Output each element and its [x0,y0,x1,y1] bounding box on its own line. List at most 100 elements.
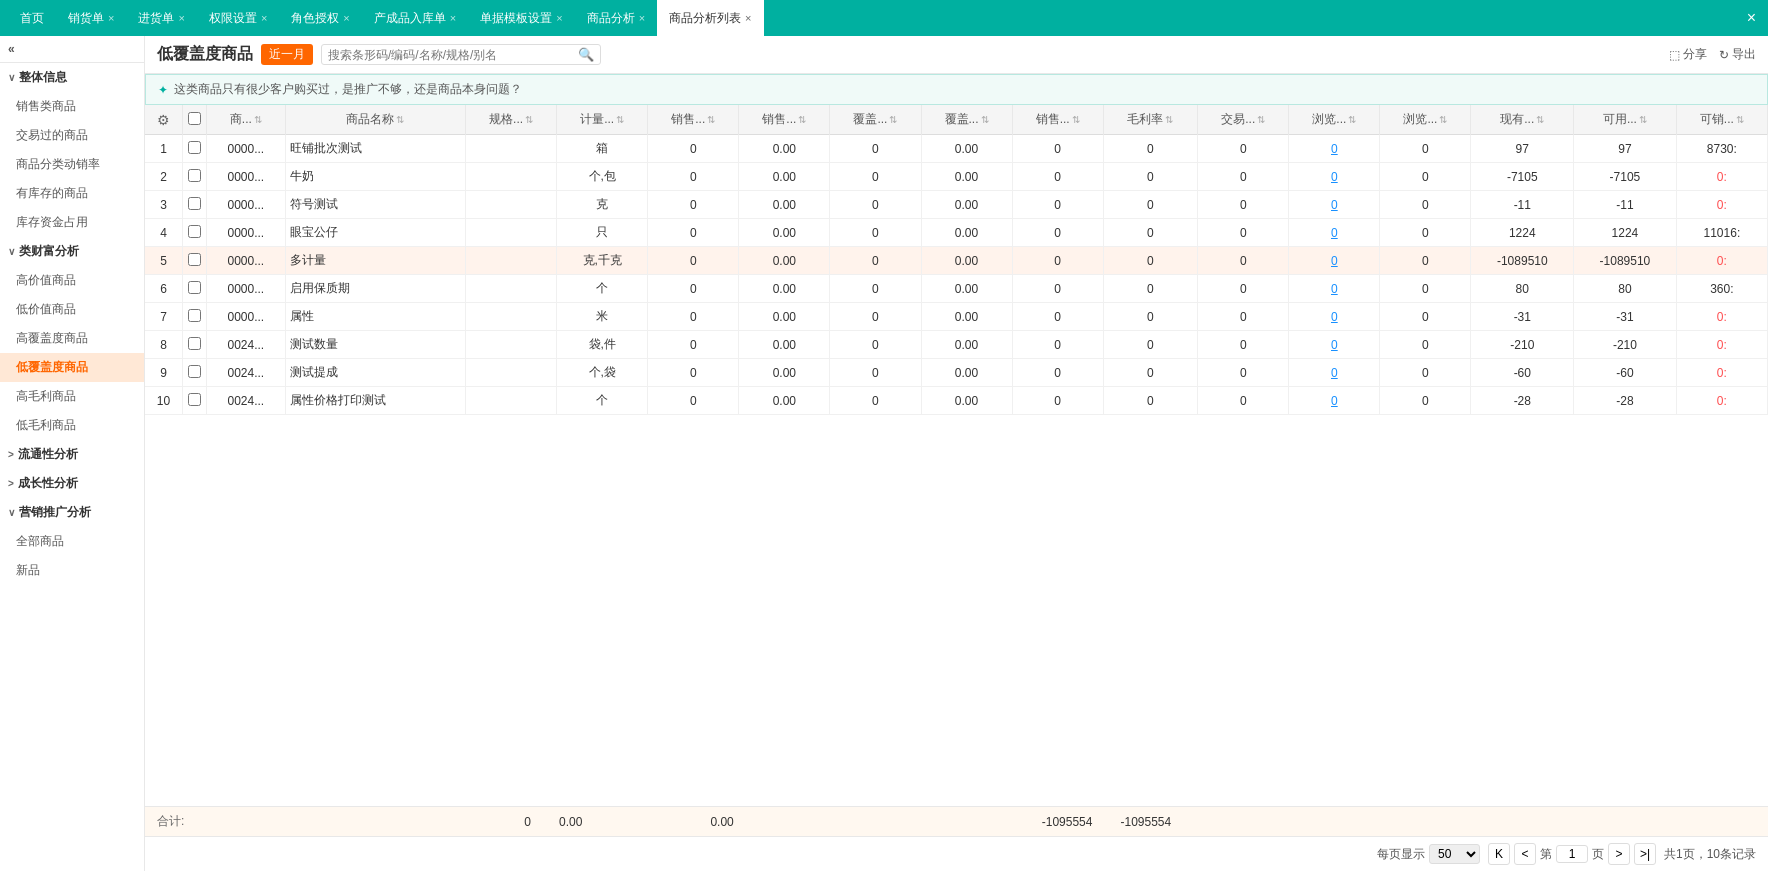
sidebar-item-traded-goods[interactable]: 交易过的商品 [0,121,144,150]
nav-product-analysis[interactable]: 商品分析 × [575,0,657,36]
close-all-button[interactable]: × [1747,9,1756,27]
row-checkbox[interactable] [188,309,201,322]
sort-icon[interactable]: ⇅ [254,114,262,125]
export-button[interactable]: ↻ 导出 [1719,46,1756,63]
row-checkbox-cell[interactable] [183,219,207,247]
browse-link[interactable]: 0 [1289,247,1380,275]
nav-product-analysis-list[interactable]: 商品分析列表 × [657,0,763,36]
gear-icon[interactable]: ⚙ [157,112,170,128]
next-page-button[interactable]: > [1608,843,1630,865]
sort-icon[interactable]: ⇅ [981,114,989,125]
sort-icon[interactable]: ⇅ [1257,114,1265,125]
per-page-select[interactable]: 20 50 100 200 [1429,844,1480,864]
sidebar-item-all-goods[interactable]: 全部商品 [0,527,144,556]
row-checkbox[interactable] [188,365,201,378]
row-checkbox-cell[interactable] [183,387,207,415]
sidebar-section-overview[interactable]: ∨ 整体信息 [0,63,144,92]
sort-icon[interactable]: ⇅ [396,114,404,125]
select-all-checkbox[interactable] [188,112,201,125]
sidebar-item-stocked-goods[interactable]: 有库存的商品 [0,179,144,208]
prev-page-button[interactable]: < [1514,843,1536,865]
row-checkbox-cell[interactable] [183,359,207,387]
row-checkbox-cell[interactable] [183,135,207,163]
close-icon[interactable]: × [745,12,751,24]
nav-sales-order[interactable]: 销货单 × [56,0,126,36]
sort-icon[interactable]: ⇅ [1536,114,1544,125]
row-checkbox[interactable] [188,281,201,294]
sidebar-section-wealth[interactable]: ∨ 类财富分析 [0,237,144,266]
row-checkbox-cell[interactable] [183,303,207,331]
nav-finished-goods[interactable]: 产成品入库单 × [362,0,468,36]
row-checkbox-cell[interactable] [183,247,207,275]
share-button[interactable]: ⬚ 分享 [1669,46,1707,63]
nav-role-auth[interactable]: 角色授权 × [279,0,361,36]
close-icon[interactable]: × [261,12,267,24]
sort-icon[interactable]: ⇅ [1639,114,1647,125]
search-input[interactable] [328,48,578,62]
sort-icon[interactable]: ⇅ [1736,114,1744,125]
page-number-input[interactable] [1556,845,1588,863]
sort-icon[interactable]: ⇅ [1348,114,1356,125]
row-checkbox-cell[interactable] [183,191,207,219]
row-checkbox[interactable] [188,225,201,238]
browse-link[interactable]: 0 [1289,331,1380,359]
row-checkbox-cell[interactable] [183,331,207,359]
row-checkbox[interactable] [188,141,201,154]
close-icon[interactable]: × [556,12,562,24]
chevron-right-icon: > [8,478,14,489]
nav-permissions[interactable]: 权限设置 × [197,0,279,36]
sidebar-item-low-gross[interactable]: 低毛利商品 [0,411,144,440]
close-icon[interactable]: × [639,12,645,24]
close-icon[interactable]: × [343,12,349,24]
close-icon[interactable]: × [178,12,184,24]
sort-icon[interactable]: ⇅ [889,114,897,125]
sort-icon[interactable]: ⇅ [1072,114,1080,125]
browse-link[interactable]: 0 [1289,163,1380,191]
browse-link[interactable]: 0 [1289,359,1380,387]
sidebar-toggle[interactable]: « [8,42,15,56]
row-checkbox-cell[interactable] [183,163,207,191]
sort-icon[interactable]: ⇅ [525,114,533,125]
sidebar-item-category-rate[interactable]: 商品分类动销率 [0,150,144,179]
browse-link[interactable]: 0 [1289,387,1380,415]
row-checkbox[interactable] [188,337,201,350]
sidebar-item-high-coverage[interactable]: 高覆盖度商品 [0,324,144,353]
sidebar-section-liquidity[interactable]: > 流通性分析 [0,440,144,469]
col-select-all[interactable] [183,105,207,135]
sort-icon[interactable]: ⇅ [1165,114,1173,125]
sidebar-item-low-coverage[interactable]: 低覆盖度商品 [0,353,144,382]
sidebar-item-sales-goods[interactable]: 销售类商品 [0,92,144,121]
row-stock1: 97 [1471,135,1574,163]
col-gear[interactable]: ⚙ [145,105,183,135]
nav-template-settings[interactable]: 单据模板设置 × [468,0,574,36]
browse-link[interactable]: 0 [1289,275,1380,303]
browse-link[interactable]: 0 [1289,135,1380,163]
nav-home[interactable]: 首页 [8,0,56,36]
sort-icon[interactable]: ⇅ [1439,114,1447,125]
sidebar-item-new-goods[interactable]: 新品 [0,556,144,585]
close-icon[interactable]: × [450,12,456,24]
row-checkbox[interactable] [188,197,201,210]
row-checkbox[interactable] [188,393,201,406]
sort-icon[interactable]: ⇅ [707,114,715,125]
sort-icon[interactable]: ⇅ [798,114,806,125]
row-checkbox[interactable] [188,169,201,182]
sidebar-item-high-gross[interactable]: 高毛利商品 [0,382,144,411]
sidebar-item-high-value[interactable]: 高价值商品 [0,266,144,295]
search-icon[interactable]: 🔍 [578,47,594,62]
browse-link[interactable]: 0 [1289,303,1380,331]
sidebar-section-growth[interactable]: > 成长性分析 [0,469,144,498]
sort-icon[interactable]: ⇅ [616,114,624,125]
time-filter-button[interactable]: 近一月 [261,44,313,65]
sidebar-section-marketing[interactable]: ∨ 营销推广分析 [0,498,144,527]
close-icon[interactable]: × [108,12,114,24]
row-checkbox[interactable] [188,253,201,266]
last-page-button[interactable]: >| [1634,843,1656,865]
nav-purchase-order[interactable]: 进货单 × [126,0,196,36]
browse-link[interactable]: 0 [1289,219,1380,247]
first-page-button[interactable]: K [1488,843,1510,865]
row-checkbox-cell[interactable] [183,275,207,303]
sidebar-item-low-value[interactable]: 低价值商品 [0,295,144,324]
browse-link[interactable]: 0 [1289,191,1380,219]
sidebar-item-inventory-capital[interactable]: 库存资金占用 [0,208,144,237]
